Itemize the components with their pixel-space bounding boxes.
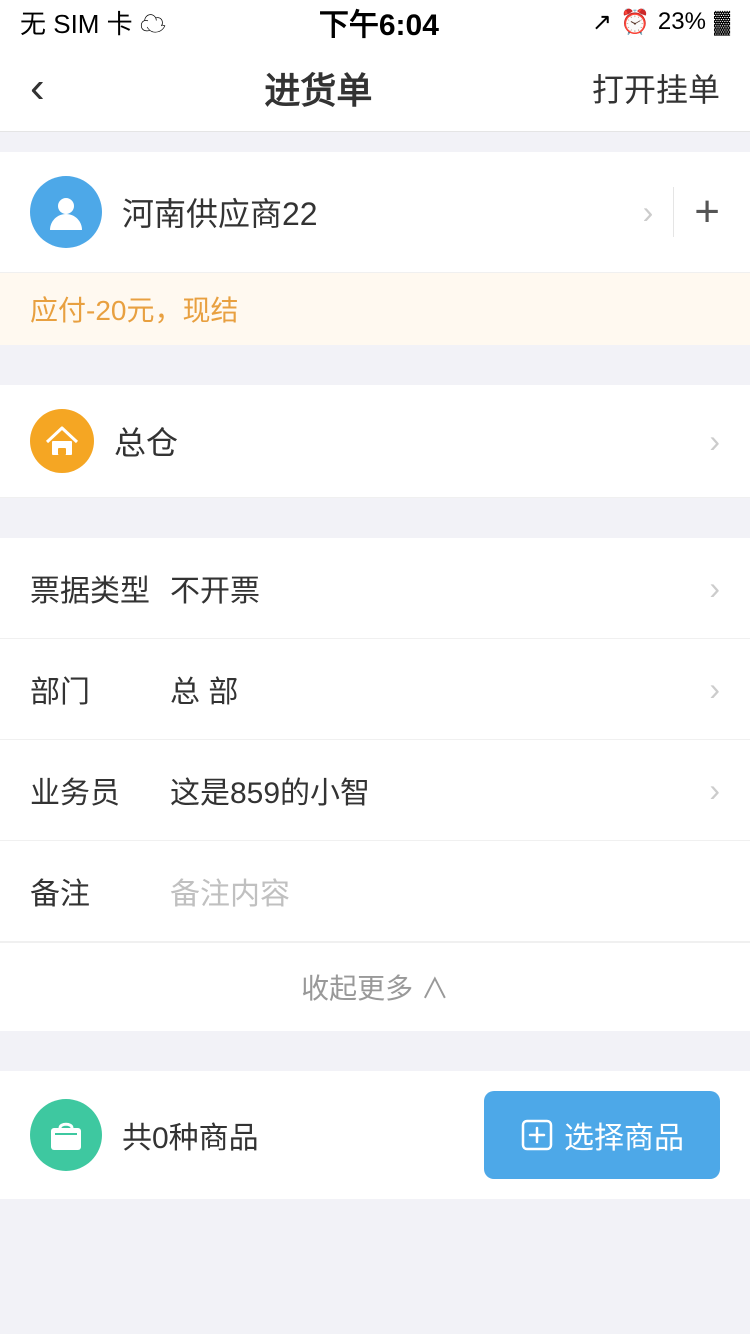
warehouse-icon: [30, 409, 94, 473]
invoice-type-value: 不开票: [170, 566, 709, 610]
remark-input[interactable]: 备注内容: [170, 869, 720, 913]
invoice-type-row[interactable]: 票据类型 不开票 ›: [0, 538, 750, 639]
divider-1: [0, 132, 750, 152]
main-content: 河南供应商22 › + 应付-20元，现结 总仓 ›: [0, 132, 750, 1199]
supplier-chevron-icon: ›: [643, 194, 654, 231]
page-title: 进货单: [264, 62, 372, 114]
collapse-button[interactable]: 收起更多 ∧: [0, 942, 750, 1031]
warehouse-row[interactable]: 总仓 ›: [0, 385, 750, 498]
select-product-button[interactable]: 选择商品: [484, 1091, 720, 1179]
salesperson-row[interactable]: 业务员 这是859的小智 ›: [0, 740, 750, 841]
supplier-avatar: [30, 176, 102, 248]
select-product-icon: [520, 1118, 554, 1152]
department-chevron-icon: ›: [709, 671, 720, 708]
supplier-name: 河南供应商22: [122, 189, 643, 235]
divider-4: [0, 1031, 750, 1051]
product-icon: [30, 1099, 102, 1171]
notice-text: 应付-20元，现结: [30, 295, 238, 326]
warehouse-chevron-icon: ›: [709, 423, 720, 460]
salesperson-value: 这是859的小智: [170, 768, 709, 812]
alarm-icon: ⏰: [620, 8, 650, 37]
salesperson-label: 业务员: [30, 768, 170, 812]
status-right: ↗ ⏰ 23% ▓: [592, 8, 730, 37]
invoice-type-label: 票据类型: [30, 566, 170, 610]
select-product-label: 选择商品: [564, 1113, 684, 1157]
collapse-label: 收起更多 ∧: [301, 967, 449, 1007]
status-time: 下午6:04: [319, 0, 439, 44]
form-section: 票据类型 不开票 › 部门 总 部 › 业务员 这是859的小智 › 备注 备注…: [0, 538, 750, 1031]
invoice-type-chevron-icon: ›: [709, 570, 720, 607]
department-label: 部门: [30, 667, 170, 711]
open-pending-button[interactable]: 打开挂单: [592, 65, 720, 111]
divider-3: [0, 498, 750, 518]
add-supplier-button[interactable]: +: [694, 190, 720, 234]
notice-banner: 应付-20元，现结: [0, 273, 750, 345]
department-value: 总 部: [170, 667, 709, 711]
battery-icon: ▓: [714, 9, 730, 35]
supplier-section: 河南供应商22 › + 应付-20元，现结: [0, 152, 750, 345]
supplier-row[interactable]: 河南供应商22 › +: [0, 152, 750, 273]
product-count-text: 共0种商品: [122, 1113, 464, 1157]
bottom-bar: 共0种商品 选择商品: [0, 1071, 750, 1199]
divider-2: [0, 345, 750, 365]
status-left: 无 SIM 卡 ☁: [20, 4, 166, 41]
back-button[interactable]: ‹: [30, 66, 45, 110]
warehouse-section: 总仓 ›: [0, 385, 750, 498]
remark-row[interactable]: 备注 备注内容: [0, 841, 750, 942]
location-icon: ↗: [592, 8, 612, 37]
supplier-divider: [673, 187, 674, 237]
status-bar: 无 SIM 卡 ☁ 下午6:04 ↗ ⏰ 23% ▓: [0, 0, 750, 44]
remark-label: 备注: [30, 869, 170, 913]
salesperson-chevron-icon: ›: [709, 772, 720, 809]
department-row[interactable]: 部门 总 部 ›: [0, 639, 750, 740]
battery-text: 23%: [658, 8, 706, 36]
warehouse-name: 总仓: [114, 418, 709, 464]
nav-bar: ‹ 进货单 打开挂单: [0, 44, 750, 132]
